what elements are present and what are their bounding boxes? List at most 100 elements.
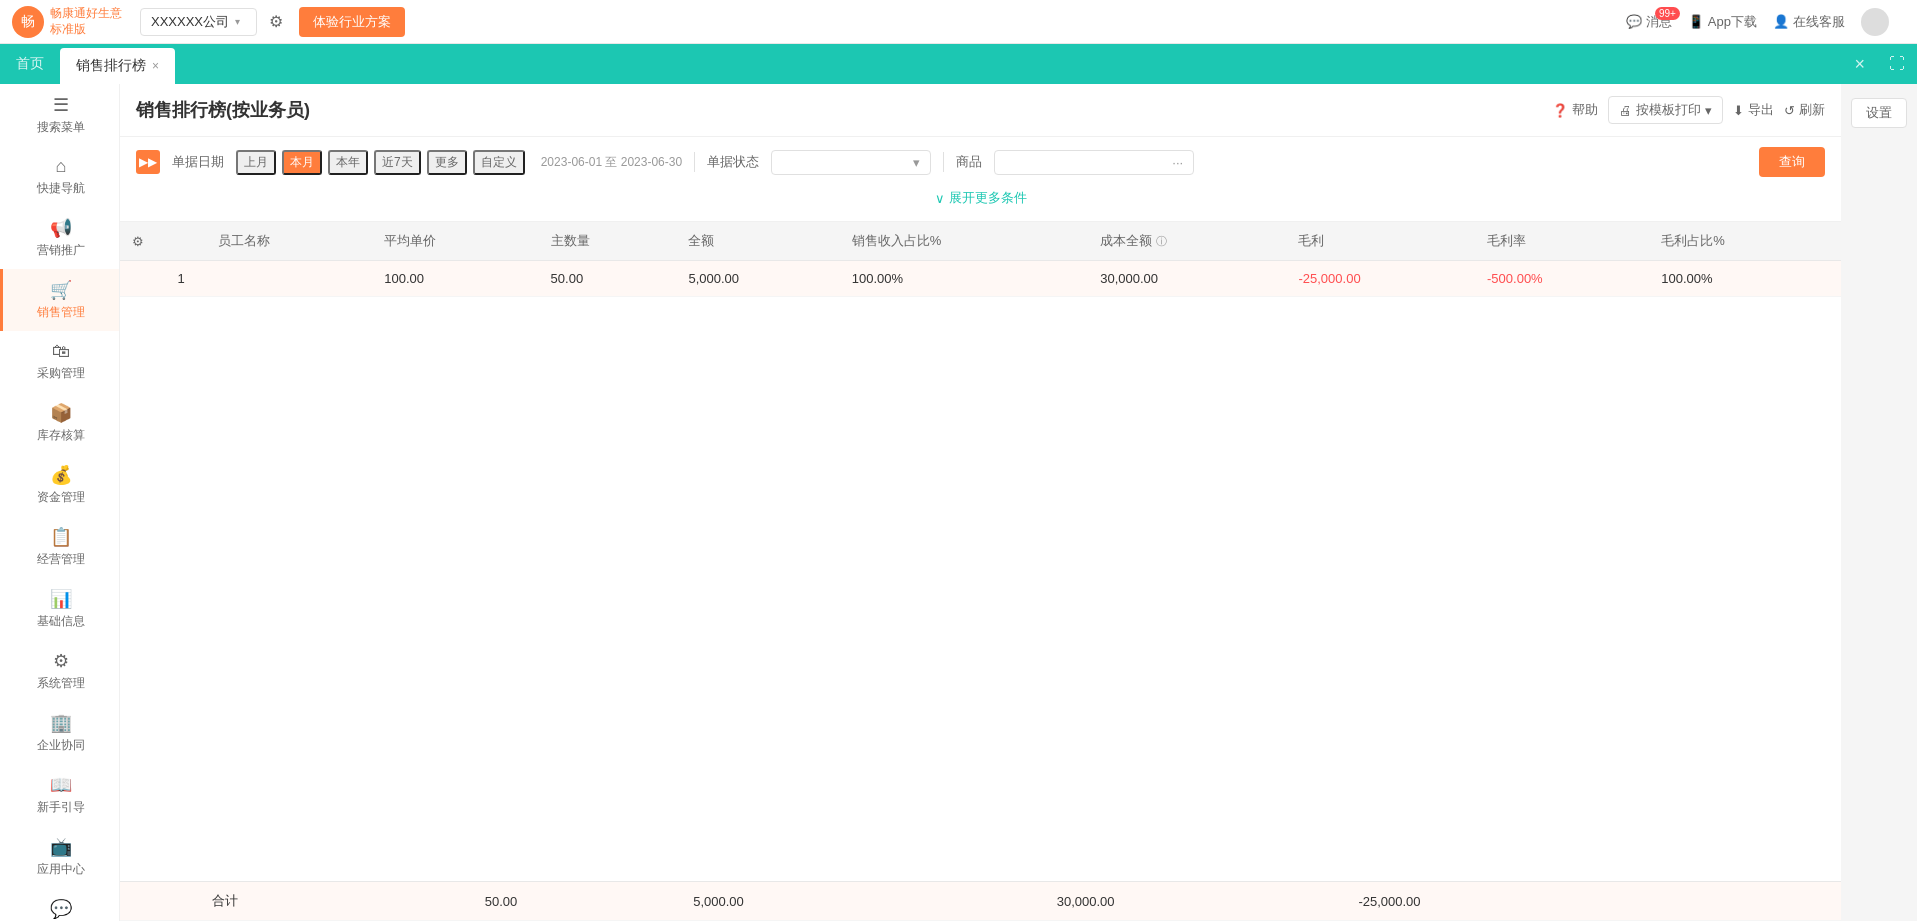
sidebar-item-nav[interactable]: ⌂ 快捷导航: [0, 146, 119, 207]
marketing-icon: 📢: [50, 217, 72, 239]
print-label: 按模板打印: [1636, 101, 1701, 119]
export-button[interactable]: ⬇ 导出: [1733, 101, 1774, 119]
company-name: XXXXXX公司: [151, 13, 229, 31]
footer-gross-rate: [1664, 882, 1752, 921]
tab-home[interactable]: 首页: [0, 44, 60, 84]
sidebar-item-label: 库存核算: [37, 427, 85, 444]
row-cost-total: 30,000.00: [1088, 261, 1286, 297]
sales-icon: 🛒: [50, 279, 72, 301]
sidebar-item-apps[interactable]: 📺 应用中心: [0, 826, 119, 888]
row-name: [206, 261, 372, 297]
sidebar-item-management[interactable]: 📋 经营管理: [0, 516, 119, 578]
col-avg-price: 平均单价: [372, 222, 538, 261]
logo-icon: 畅: [12, 6, 44, 38]
sidebar-item-system[interactable]: ⚙ 系统管理: [0, 640, 119, 702]
sidebar-item-label: 快捷导航: [37, 180, 85, 197]
sidebar-item-label: 基础信息: [37, 613, 85, 630]
print-button[interactable]: 🖨 按模板打印 ▾: [1608, 96, 1723, 124]
sidebar-item-label: 系统管理: [37, 675, 85, 692]
table-row: 1 100.00 50.00 5,000.00 100.00% 30,000.0…: [120, 261, 1841, 297]
page-title-row: 销售排行榜(按业务员) ❓ 帮助 🖨 按模板打印 ▾ ⬇ 导出: [136, 96, 1825, 124]
app-label: App下载: [1708, 13, 1757, 31]
table-footer: 合计 50.00 5,000.00 30,000.00 -25,000.00: [120, 881, 1841, 921]
sidebar-item-inventory[interactable]: 📦 库存核算: [0, 392, 119, 454]
service-icon: 👤: [1773, 14, 1789, 29]
table-header-row: ⚙ 员工名称 平均单价 主数量 全额 销售收入占比% 成本全额 ⓘ 毛利 毛利率…: [120, 222, 1841, 261]
tab-bar-close-icon[interactable]: ×: [1842, 54, 1877, 75]
company-selector[interactable]: XXXXXX公司 ▾: [140, 8, 257, 36]
sidebar-item-finance[interactable]: 💰 资金管理: [0, 454, 119, 516]
row-sales-pct: 100.00%: [840, 261, 1088, 297]
message-button[interactable]: 💬 消息 99+: [1626, 13, 1672, 31]
date-filter-label: 单据日期: [172, 153, 224, 171]
col-total: 全额: [676, 222, 839, 261]
sidebar-item-label: 搜索菜单: [37, 119, 85, 136]
footer-label: 合计: [200, 882, 384, 921]
sidebar-item-guide[interactable]: 📖 新手引导: [0, 764, 119, 826]
shortcut-more[interactable]: 更多: [427, 150, 467, 175]
content-area: 销售排行榜(按业务员) ❓ 帮助 🖨 按模板打印 ▾ ⬇ 导出: [120, 84, 1841, 921]
refresh-button[interactable]: ↺ 刷新: [1784, 101, 1825, 119]
col-gross-profit: 毛利: [1286, 222, 1475, 261]
fast-forward-icon[interactable]: ▶▶: [136, 150, 160, 174]
inventory-icon: 📦: [50, 402, 72, 424]
trial-button[interactable]: 体验行业方案: [299, 7, 405, 37]
sidebar-item-search[interactable]: ☰ 搜索菜单: [0, 84, 119, 146]
settings-button[interactable]: 设置: [1851, 98, 1907, 128]
tab-bar: 首页 销售排行榜 × × ⛶: [0, 44, 1917, 84]
footer-table: 合计 50.00 5,000.00 30,000.00 -25,000.00: [120, 882, 1841, 921]
expand-chevron-icon: ∨: [935, 191, 945, 206]
basic-icon: 📊: [50, 588, 72, 610]
tab-sales-ranking[interactable]: 销售排行榜 ×: [60, 48, 175, 84]
tab-close-icon[interactable]: ×: [152, 59, 159, 73]
date-range: 2023-06-01 至 2023-06-30: [541, 154, 682, 171]
row-gross-rate: -500.00%: [1475, 261, 1649, 297]
query-button[interactable]: 查询: [1759, 147, 1825, 177]
sidebar-item-purchase[interactable]: 🛍 采购管理: [0, 331, 119, 392]
tab-bar-expand-icon[interactable]: ⛶: [1877, 55, 1917, 73]
shortcut-7days[interactable]: 近7天: [374, 150, 421, 175]
shortcut-last-month[interactable]: 上月: [236, 150, 276, 175]
row-rank: 1: [156, 261, 206, 297]
shortcut-this-month[interactable]: 本月: [282, 150, 322, 175]
status-filter-label: 单据状态: [707, 153, 759, 171]
goods-more-icon: ···: [1172, 155, 1183, 170]
help-icon: ❓: [1552, 103, 1568, 118]
guide-icon: 📖: [50, 774, 72, 796]
sidebar-item-weixin[interactable]: 💬 企业微信: [0, 888, 119, 921]
sidebar-item-marketing[interactable]: 📢 营销推广: [0, 207, 119, 269]
sidebar-item-basic[interactable]: 📊 基础信息: [0, 578, 119, 640]
shortcut-this-year[interactable]: 本年: [328, 150, 368, 175]
status-filter-select[interactable]: ▾: [771, 150, 931, 175]
sidebar-item-collab[interactable]: 🏢 企业协同: [0, 702, 119, 764]
table-body: 1 100.00 50.00 5,000.00 100.00% 30,000.0…: [120, 261, 1841, 297]
filter-row-1: ▶▶ 单据日期 上月 本月 本年 近7天 更多 自定义 2023-06-01 至…: [136, 147, 1825, 177]
avatar[interactable]: [1861, 8, 1889, 36]
col-gross-rate: 毛利率: [1475, 222, 1649, 261]
cost-info-icon: ⓘ: [1156, 235, 1167, 247]
print-icon: 🖨: [1619, 103, 1632, 118]
sidebar-item-sales[interactable]: 🛒 销售管理: [0, 269, 119, 331]
sidebar-item-label: 销售管理: [37, 304, 85, 321]
row-main-qty: 50.00: [539, 261, 677, 297]
footer-row: 合计 50.00 5,000.00 30,000.00 -25,000.00: [120, 882, 1841, 921]
right-panel: 设置: [1841, 84, 1917, 921]
online-service-button[interactable]: 👤 在线客服: [1773, 13, 1845, 31]
expand-more-button[interactable]: ∨ 展开更多条件: [935, 189, 1027, 207]
help-label: 帮助: [1572, 101, 1598, 119]
refresh-label: 刷新: [1799, 101, 1825, 119]
company-chevron-icon: ▾: [235, 16, 240, 27]
filter-area: ▶▶ 单据日期 上月 本月 本年 近7天 更多 自定义 2023-06-01 至…: [120, 137, 1841, 222]
col-cost-total: 成本全额 ⓘ: [1088, 222, 1286, 261]
help-button[interactable]: ❓ 帮助: [1552, 101, 1598, 119]
management-icon: 📋: [50, 526, 72, 548]
shortcut-custom[interactable]: 自定义: [473, 150, 525, 175]
goods-filter-input[interactable]: ···: [994, 150, 1194, 175]
footer-gross-pct: [1752, 882, 1841, 921]
main-layout: ☰ 搜索菜单 ⌂ 快捷导航 📢 营销推广 🛒 销售管理 🛍 采购管理 📦 库存核…: [0, 84, 1917, 921]
app-download-button[interactable]: 📱 App下载: [1688, 13, 1757, 31]
message-badge: 99+: [1655, 7, 1680, 20]
expand-label: 展开更多条件: [949, 189, 1027, 207]
collab-icon: 🏢: [50, 712, 72, 734]
settings-icon[interactable]: ⚙: [265, 8, 287, 35]
